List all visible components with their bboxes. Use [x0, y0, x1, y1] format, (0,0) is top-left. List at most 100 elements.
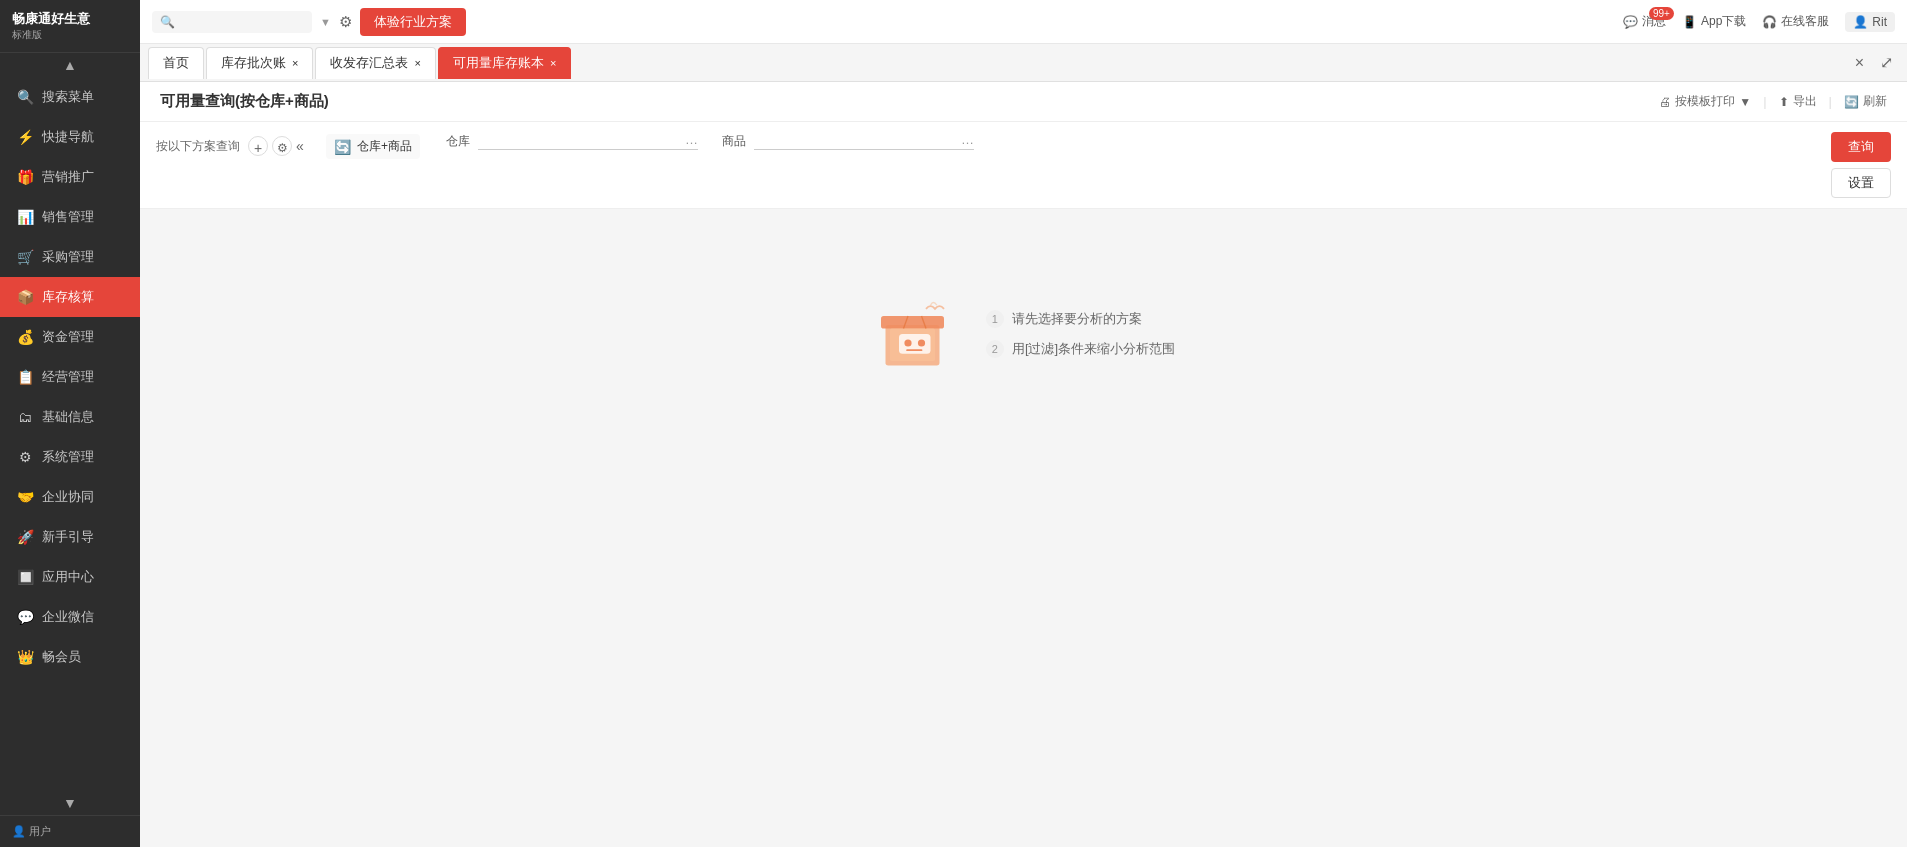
tip-num-1: 1: [986, 310, 1004, 328]
query-action-buttons: 查询 设置: [1831, 132, 1891, 198]
sidebar-label-finance: 资金管理: [42, 328, 94, 346]
topbar-search-input[interactable]: [179, 15, 279, 29]
app-label: App下载: [1701, 13, 1746, 30]
tab-expand-btn[interactable]: ⤢: [1874, 51, 1899, 74]
export-button[interactable]: ⬆ 导出: [1779, 93, 1817, 110]
sidebar-bottom-user[interactable]: 👤 用户: [0, 815, 140, 847]
divider2: |: [1829, 94, 1832, 109]
sidebar-icon-vip: 👑: [16, 649, 34, 665]
tab-batch-account-close[interactable]: ×: [292, 57, 298, 69]
topbar-app-download[interactable]: 📱 App下载: [1682, 13, 1746, 30]
sidebar-scroll-up[interactable]: ▲: [0, 53, 140, 77]
sidebar-item-shortcut[interactable]: ⚡快捷导航: [0, 117, 140, 157]
sidebar-item-apps[interactable]: 🔲 应用中心: [0, 557, 140, 597]
query-toolbar: + ⚙ «: [248, 132, 304, 156]
topbar-user[interactable]: 👤 Rit: [1845, 12, 1895, 32]
product-input[interactable]: [754, 133, 961, 147]
topbar-trial-button[interactable]: 体验行业方案: [360, 8, 466, 36]
sidebar-label-wechat: 企业微信: [42, 608, 94, 626]
sidebar-item-inventory[interactable]: 📦库存核算: [0, 277, 140, 317]
settings-button[interactable]: 设置: [1831, 168, 1891, 198]
sidebar-item-vip[interactable]: 👑畅会员: [0, 637, 140, 677]
scheme-label: 仓库+商品: [357, 138, 412, 155]
product-more-icon[interactable]: …: [961, 132, 974, 147]
tip-text-2: 用[过滤]条件来缩小分析范围: [1012, 340, 1175, 358]
tab-batch-account[interactable]: 库存批次账 ×: [206, 47, 313, 79]
sidebar-item-search[interactable]: 🔍搜索菜单: [0, 77, 140, 117]
settings-scheme-btn[interactable]: ⚙: [272, 136, 292, 156]
query-panel: 按以下方案查询 + ⚙ « 🔄 仓库+商品 仓库 …: [140, 122, 1907, 209]
warehouse-input-wrap: …: [478, 132, 698, 150]
topbar-gear-icon[interactable]: ⚙: [339, 13, 352, 31]
sidebar-icon-marketing_promo: 🎁: [16, 169, 34, 185]
sidebar-item-guide[interactable]: 🚀 新手引导: [0, 517, 140, 557]
sidebar-item-marketing_promo[interactable]: 🎁营销推广: [0, 157, 140, 197]
message-badge: 99+: [1649, 7, 1674, 20]
warehouse-input[interactable]: [478, 133, 685, 147]
query-left: 按以下方案查询 + ⚙ «: [156, 132, 316, 156]
sidebar-icon-shortcut: ⚡: [16, 129, 34, 145]
sidebar-label-apps: 应用中心: [42, 568, 94, 586]
topbar-message[interactable]: 💬 消息 99+: [1623, 13, 1666, 30]
topbar-chevron-icon[interactable]: ▼: [320, 16, 331, 28]
logo-sub: 标准版: [12, 28, 128, 42]
page-content: 可用量查询(按仓库+商品) 🖨 按模板打印 ▼ | ⬆ 导出 | 🔄 刷新: [140, 82, 1907, 847]
app-icon: 📱: [1682, 15, 1697, 29]
sidebar-icon-operations: 📋: [16, 369, 34, 385]
scheme-item[interactable]: 🔄 仓库+商品: [316, 132, 430, 161]
svg-rect-8: [906, 349, 922, 351]
sidebar-item-system[interactable]: ⚙系统管理: [0, 437, 140, 477]
sidebar-item-sales[interactable]: 📊 销售管理: [0, 197, 140, 237]
svg-point-7: [918, 339, 925, 346]
divider1: |: [1763, 94, 1766, 109]
topbar-online-service[interactable]: 🎧 在线客服: [1762, 13, 1829, 30]
sidebar-label-guide: 新手引导: [42, 528, 94, 546]
sidebar-label-sales: 销售管理: [42, 208, 94, 226]
sidebar-item-finance[interactable]: 💰 资金管理: [0, 317, 140, 357]
query-button[interactable]: 查询: [1831, 132, 1891, 162]
refresh-button[interactable]: 🔄 刷新: [1844, 93, 1887, 110]
sidebar-icon-cooperation: 🤝: [16, 489, 34, 505]
sidebar-icon-guide: 🚀: [16, 529, 34, 545]
empty-icon-area: 1 请先选择要分析的方案 2 用[过滤]条件来缩小分析范围: [872, 289, 1175, 379]
print-icon: 🖨: [1659, 95, 1671, 109]
tab-close-all-btn[interactable]: ×: [1849, 52, 1870, 74]
sidebar-item-basic[interactable]: 🗂基础信息: [0, 397, 140, 437]
tab-available-ledger-label: 可用量库存账本: [453, 54, 544, 72]
tab-stock-summary-close[interactable]: ×: [414, 57, 420, 69]
collapse-icon[interactable]: «: [296, 138, 304, 154]
sidebar-scroll-down[interactable]: ▼: [0, 791, 140, 815]
main-area: 🔍 ▼ ⚙ 体验行业方案 💬 消息 99+ 📱 App下载 🎧 在线客服 👤 R: [140, 0, 1907, 847]
sidebar-item-wechat[interactable]: 💬企业微信: [0, 597, 140, 637]
tab-available-ledger-close[interactable]: ×: [550, 57, 556, 69]
service-icon: 🎧: [1762, 15, 1777, 29]
service-label: 在线客服: [1781, 13, 1829, 30]
sidebar-item-purchase[interactable]: 🛒采购管理: [0, 237, 140, 277]
empty-tips: 1 请先选择要分析的方案 2 用[过滤]条件来缩小分析范围: [986, 310, 1175, 358]
tab-stock-summary-label: 收发存汇总表: [330, 54, 408, 72]
tab-stock-summary[interactable]: 收发存汇总表 ×: [315, 47, 435, 79]
empty-state: 1 请先选择要分析的方案 2 用[过滤]条件来缩小分析范围: [140, 209, 1907, 459]
scheme-icon: 🔄: [334, 139, 351, 155]
sidebar-label-search: 搜索菜单: [42, 88, 94, 106]
warehouse-more-icon[interactable]: …: [685, 132, 698, 147]
query-label: 按以下方案查询: [156, 132, 240, 155]
sidebar-icon-finance: 💰: [16, 329, 34, 345]
tab-home[interactable]: 首页: [148, 47, 204, 79]
print-chevron-icon: ▼: [1739, 95, 1751, 109]
svg-rect-1: [881, 316, 944, 329]
sidebar-item-operations[interactable]: 📋经营管理: [0, 357, 140, 397]
tab-home-label: 首页: [163, 54, 189, 72]
empty-tip-1: 1 请先选择要分析的方案: [986, 310, 1175, 328]
sidebar-icon-sales: 📊: [16, 209, 34, 225]
tab-available-ledger[interactable]: 可用量库存账本 ×: [438, 47, 571, 79]
sidebar-icon-apps: 🔲: [16, 569, 34, 585]
sidebar-label-cooperation: 企业协同: [42, 488, 94, 506]
add-scheme-btn[interactable]: +: [248, 136, 268, 156]
sidebar-item-cooperation[interactable]: 🤝 企业协同: [0, 477, 140, 517]
sidebar-logo: 畅康通好生意 标准版: [0, 0, 140, 53]
export-label: 导出: [1793, 93, 1817, 110]
print-template-button[interactable]: 🖨 按模板打印 ▼: [1659, 93, 1751, 110]
export-icon: ⬆: [1779, 95, 1789, 109]
sidebar-label-purchase: 采购管理: [42, 248, 94, 266]
